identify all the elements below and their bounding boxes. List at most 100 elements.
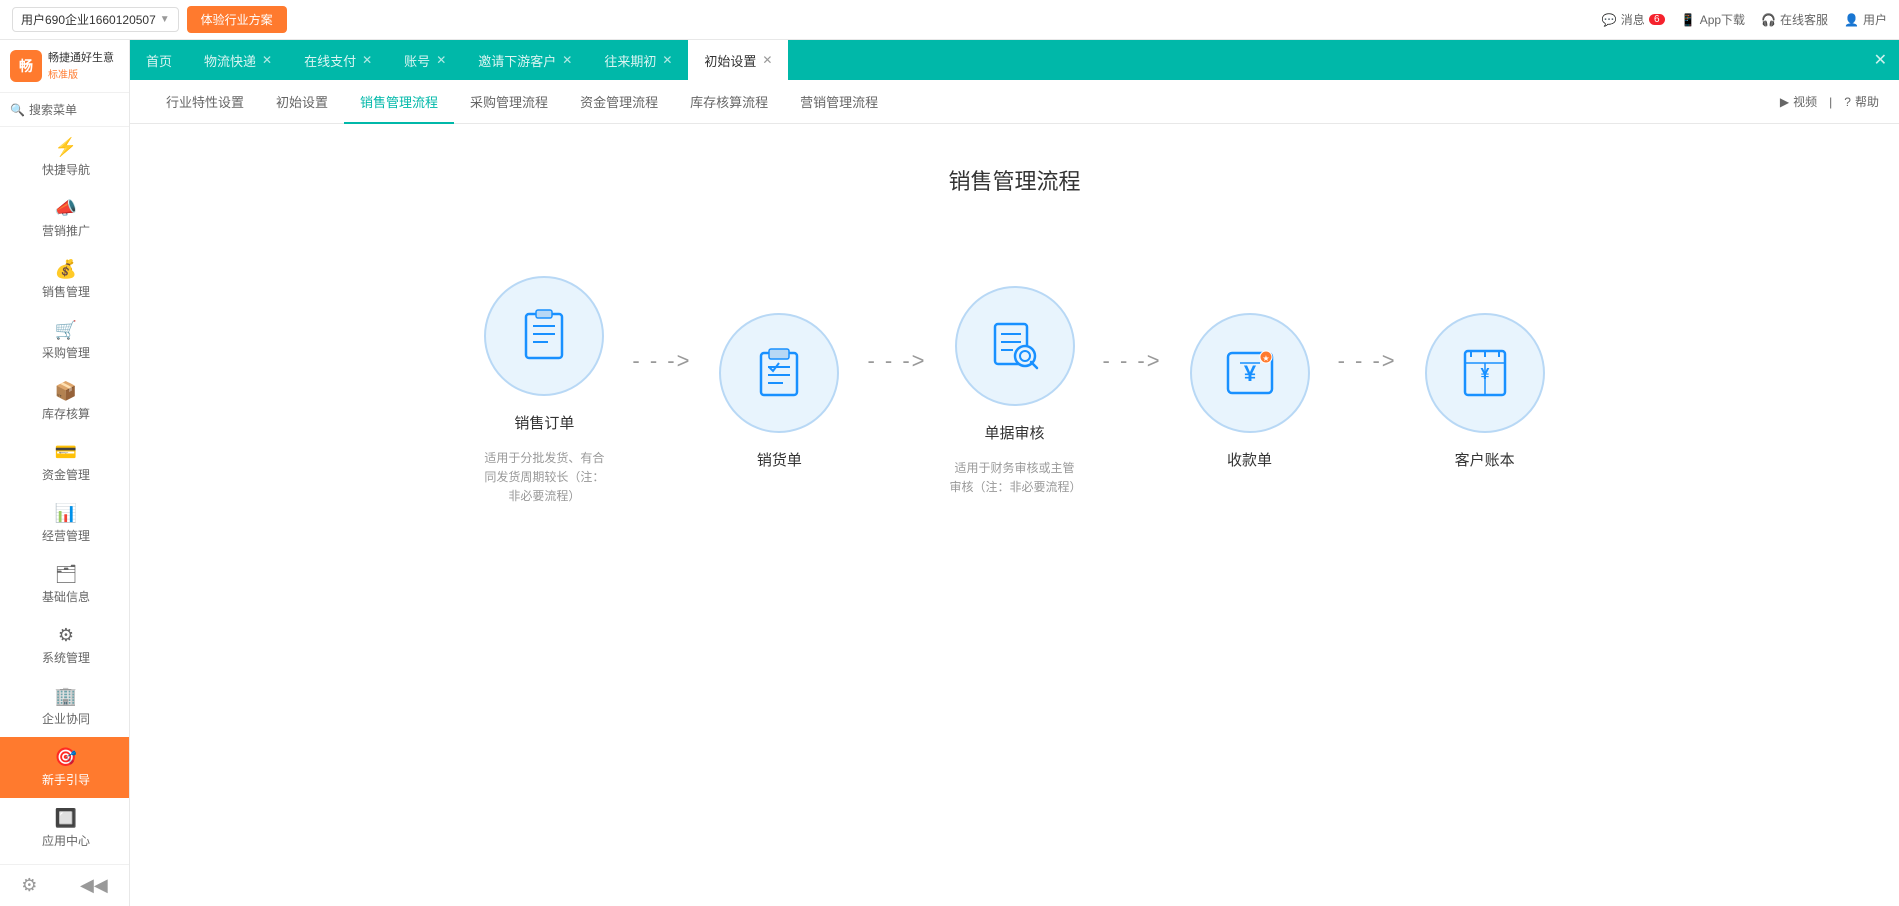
help-item[interactable]: ? 帮助 <box>1844 93 1879 110</box>
flow-circle-doc-review[interactable] <box>955 286 1075 406</box>
flow-label-receipt: 收款单 <box>1227 449 1272 470</box>
sidebar-item-label-app-center: 应用中心 <box>42 832 90 849</box>
flow-circle-sales-order[interactable] <box>484 276 604 396</box>
search-icon: 🔍 <box>10 103 25 117</box>
collapse-icon[interactable]: ◀◀ <box>80 875 108 896</box>
sub-tab-label-purchase-flow: 采购管理流程 <box>470 92 548 111</box>
flow-circle-delivery-note[interactable] <box>719 313 839 433</box>
finance-icon: 💳 <box>55 442 77 463</box>
flow-arrow-3: - - -> <box>1338 348 1397 434</box>
message-item[interactable]: 💬 消息 6 <box>1602 11 1665 28</box>
sidebar-item-purchase[interactable]: 🛒 采购管理 <box>0 310 129 371</box>
user-avatar-item[interactable]: 👤 用户 <box>1844 11 1887 28</box>
svg-text:¥: ¥ <box>1243 361 1256 386</box>
nav-tab-account[interactable]: 账号✕ <box>388 40 462 80</box>
flow-node-receipt: ¥ ★ 收款单 <box>1170 313 1330 470</box>
sub-tab-finance-flow[interactable]: 资金管理流程 <box>564 80 674 124</box>
svg-text:★: ★ <box>1262 354 1269 363</box>
logo-text-block: 畅捷通好生意 标准版 <box>48 51 114 81</box>
nav-close-button[interactable]: ✕ <box>1862 50 1899 70</box>
trial-button[interactable]: 体验行业方案 <box>187 6 287 33</box>
divider: | <box>1829 95 1832 109</box>
sales-icon: 💰 <box>55 259 77 280</box>
sidebar-item-label-sales: 销售管理 <box>42 283 90 300</box>
sidebar-item-label-purchase: 采购管理 <box>42 344 90 361</box>
sidebar-item-label-inventory: 库存核算 <box>42 405 90 422</box>
main-layout: 畅 畅捷通好生意 标准版 🔍 搜索菜单 ⚡ 快捷导航 📣 营销推广 💰 销售管理… <box>0 40 1899 906</box>
nav-tab-label-invite-customer: 邀请下游客户 <box>478 51 556 70</box>
top-bar-left: 用户690企业1660120507 ▼ 体验行业方案 <box>12 6 287 33</box>
top-bar-right: 💬 消息 6 📱 App下载 🎧 在线客服 👤 用户 <box>1602 11 1887 28</box>
user-select[interactable]: 用户690企业1660120507 ▼ <box>12 7 179 32</box>
message-label: 消息 <box>1621 11 1645 28</box>
sidebar-search[interactable]: 🔍 搜索菜单 <box>0 93 129 127</box>
close-tab-invite-customer-icon[interactable]: ✕ <box>562 53 572 67</box>
sidebar-item-inventory[interactable]: 📦 库存核算 <box>0 371 129 432</box>
video-help-item[interactable]: ▶ 视频 <box>1780 93 1817 110</box>
settings-icon[interactable]: ⚙ <box>21 875 37 896</box>
sidebar-item-label-finance: 资金管理 <box>42 466 90 483</box>
sub-tab-init-settings[interactable]: 初始设置 <box>260 80 344 124</box>
system-icon: ⚙ <box>58 625 74 646</box>
app-download-item[interactable]: 📱 App下载 <box>1681 11 1745 28</box>
avatar-icon: 👤 <box>1844 13 1859 27</box>
content-area: 首页物流快递✕在线支付✕账号✕邀请下游客户✕往来期初✕初始设置✕✕ 行业特性设置… <box>130 40 1899 906</box>
video-icon: ▶ <box>1780 95 1789 109</box>
sidebar-item-marketing[interactable]: 📣 营销推广 <box>0 188 129 249</box>
sidebar-item-basic-info[interactable]: 🗂 基础信息 <box>0 554 129 615</box>
flow-arrow-2: - - -> <box>1103 348 1162 434</box>
online-service-item[interactable]: 🎧 在线客服 <box>1761 11 1828 28</box>
sub-tab-industry-settings[interactable]: 行业特性设置 <box>150 80 260 124</box>
sub-tab-marketing-flow[interactable]: 营销管理流程 <box>784 80 894 124</box>
nav-tab-home[interactable]: 首页 <box>130 40 188 80</box>
nav-tabs: 首页物流快递✕在线支付✕账号✕邀请下游客户✕往来期初✕初始设置✕✕ <box>130 40 1899 80</box>
headset-icon: 🎧 <box>1761 13 1776 27</box>
flow-arrow-1: - - -> <box>867 348 926 434</box>
sidebar-item-quick-nav[interactable]: ⚡ 快捷导航 <box>0 127 129 188</box>
sidebar-item-finance[interactable]: 💳 资金管理 <box>0 432 129 493</box>
close-tab-period-init-icon[interactable]: ✕ <box>662 53 672 67</box>
close-tab-init-settings-icon[interactable]: ✕ <box>762 53 772 67</box>
logo-icon: 畅 <box>10 50 42 82</box>
sidebar-item-app-center[interactable]: 🔲 应用中心 <box>0 798 129 859</box>
flow-circle-receipt[interactable]: ¥ ★ <box>1190 313 1310 433</box>
nav-tab-init-settings[interactable]: 初始设置 ✕ <box>688 40 788 80</box>
nav-tab-logistics[interactable]: 物流快递✕ <box>188 40 288 80</box>
sub-tab-label-finance-flow: 资金管理流程 <box>580 92 658 111</box>
nav-tab-label-init-settings: 初始设置 <box>704 51 756 70</box>
sub-tab-inventory-flow[interactable]: 库存核算流程 <box>674 80 784 124</box>
sidebar-item-new-guide[interactable]: 🎯 新手引导 <box>0 737 129 798</box>
help-icon: ? <box>1844 95 1851 109</box>
nav-close-icon: ✕ <box>1874 52 1887 69</box>
marketing-icon: 📣 <box>55 198 77 219</box>
user-label: 用户690企业1660120507 <box>21 11 156 28</box>
sidebar-item-label-enterprise-collab: 企业协同 <box>42 710 90 727</box>
sub-tab-label-init-settings: 初始设置 <box>276 92 328 111</box>
nav-tab-label-payment: 在线支付 <box>304 51 356 70</box>
close-tab-logistics-icon[interactable]: ✕ <box>262 53 272 67</box>
nav-tab-payment[interactable]: 在线支付 ✕ <box>288 40 388 80</box>
user-name-label: 用户 <box>1863 11 1887 28</box>
sidebar-item-operations[interactable]: 📊 经营管理 <box>0 493 129 554</box>
flow-node-sales-order: 销售订单适用于分批发货、有合同发货周期较长（注：非必要流程） <box>464 276 624 507</box>
close-tab-payment-icon[interactable]: ✕ <box>362 53 372 67</box>
sub-tab-purchase-flow[interactable]: 采购管理流程 <box>454 80 564 124</box>
sidebar-item-system[interactable]: ⚙ 系统管理 <box>0 615 129 676</box>
quick-nav-icon: ⚡ <box>55 137 77 158</box>
sidebar-item-sales[interactable]: 💰 销售管理 <box>0 249 129 310</box>
sidebar-item-enterprise-collab[interactable]: 🏢 企业协同 <box>0 676 129 737</box>
page-title: 销售管理流程 <box>150 164 1879 196</box>
flow-node-doc-review: 单据审核适用于财务审核或主管审核（注：非必要流程） <box>935 286 1095 497</box>
close-tab-account-icon[interactable]: ✕ <box>436 53 446 67</box>
operations-icon: 📊 <box>55 503 77 524</box>
flow-node-delivery-note: 销货单 <box>699 313 859 470</box>
flow-circle-customer-ledger[interactable]: ¥ <box>1425 313 1545 433</box>
svg-text:¥: ¥ <box>1480 366 1489 383</box>
inventory-icon: 📦 <box>55 381 77 402</box>
nav-tab-period-init[interactable]: 往来期初✕ <box>588 40 688 80</box>
sub-tab-sales-flow[interactable]: 销售管理流程 <box>344 80 454 124</box>
flow-label-customer-ledger: 客户账本 <box>1455 449 1515 470</box>
nav-tab-invite-customer[interactable]: 邀请下游客户 ✕ <box>462 40 588 80</box>
flow-diagram: 销售订单适用于分批发货、有合同发货周期较长（注：非必要流程） - - -> 销货单… <box>150 256 1879 527</box>
sidebar-nav: ⚡ 快捷导航 📣 营销推广 💰 销售管理 🛒 采购管理 📦 库存核算 💳 资金管… <box>0 127 129 864</box>
